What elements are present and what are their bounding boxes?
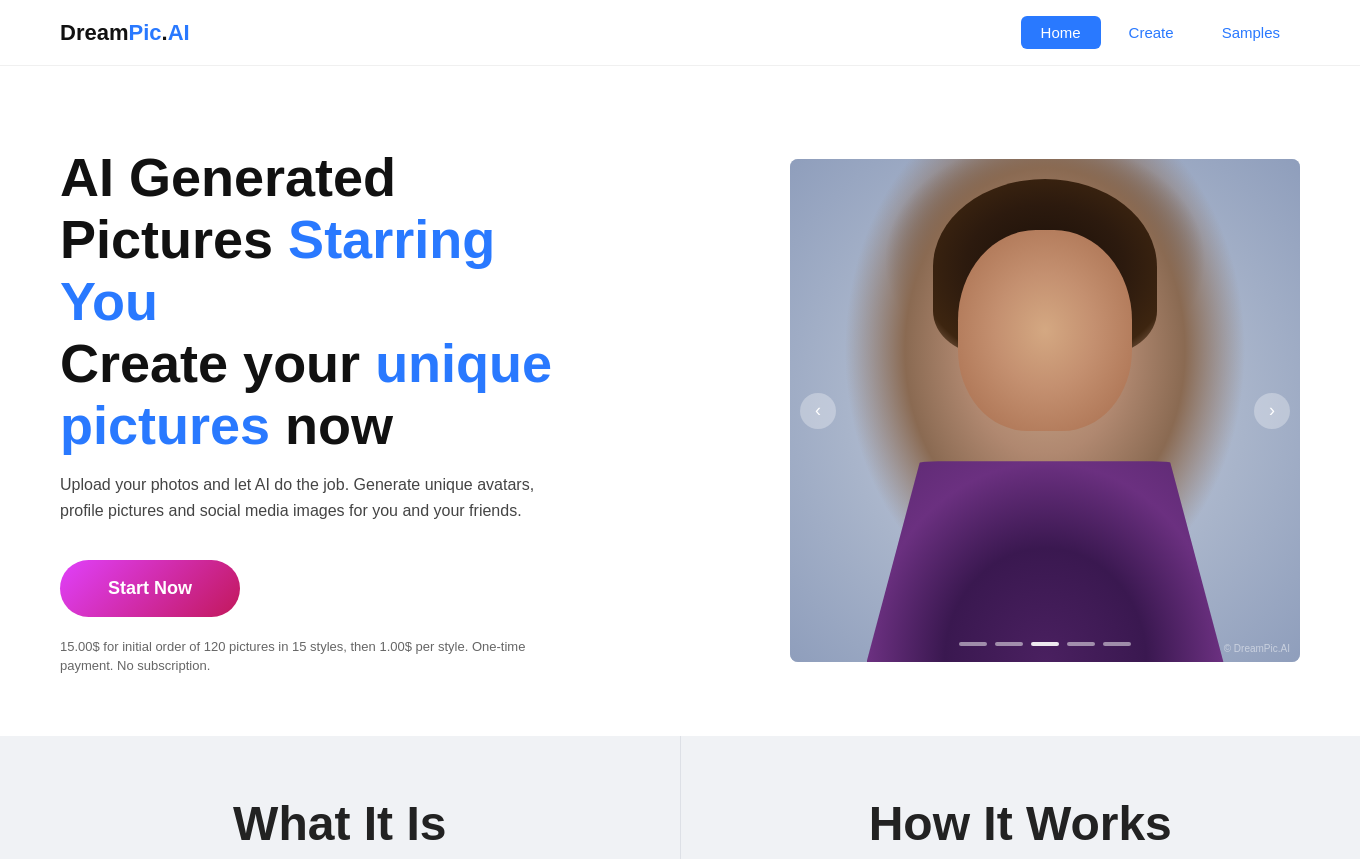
hero-section: AI Generated Pictures Starring You Creat…: [0, 66, 1360, 736]
bottom-section: What It Is How It Works: [0, 736, 1360, 859]
carousel-next-button[interactable]: ›: [1254, 393, 1290, 429]
hero-subtitle: Upload your photos and let AI do the job…: [60, 472, 560, 523]
logo: DreamPic.AI: [60, 20, 190, 46]
hero-title-pictures: pictures: [60, 395, 270, 455]
nav-samples-button[interactable]: Samples: [1202, 16, 1300, 49]
hero-title-line2-plain: Pictures: [60, 209, 288, 269]
hero-title-create: Create your: [60, 333, 375, 393]
hero-left: AI Generated Pictures Starring You Creat…: [60, 146, 660, 676]
what-it-is-col: What It Is: [0, 736, 681, 859]
logo-pic: Pic: [128, 20, 161, 45]
logo-dream: Dream: [60, 20, 128, 45]
dress: [867, 461, 1224, 662]
hero-title-now: now: [270, 395, 393, 455]
pricing-note: 15.00$ for initial order of 120 pictures…: [60, 637, 540, 676]
dot-5[interactable]: [1103, 642, 1131, 646]
carousel: © DreamPic.AI ‹ ›: [790, 159, 1300, 662]
hero-title-you: You: [60, 271, 158, 331]
nav-home-button[interactable]: Home: [1021, 16, 1101, 49]
start-now-button[interactable]: Start Now: [60, 560, 240, 617]
hero-title-starring: Starring: [288, 209, 495, 269]
dot-2[interactable]: [995, 642, 1023, 646]
watermark: © DreamPic.AI: [1224, 643, 1290, 654]
nav-links: Home Create Samples: [1021, 16, 1300, 49]
carousel-dots: [959, 642, 1131, 646]
how-it-works-heading: How It Works: [869, 796, 1172, 851]
carousel-prev-button[interactable]: ‹: [800, 393, 836, 429]
hero-title-line1: AI Generated: [60, 147, 396, 207]
hero-title: AI Generated Pictures Starring You Creat…: [60, 146, 660, 456]
navbar: DreamPic.AI Home Create Samples: [0, 0, 1360, 66]
hero-right: © DreamPic.AI ‹ ›: [790, 159, 1300, 662]
hero-title-unique: unique: [375, 333, 552, 393]
portrait-image: © DreamPic.AI: [790, 159, 1300, 662]
nav-create-button[interactable]: Create: [1109, 16, 1194, 49]
logo-ai: AI: [168, 20, 190, 45]
dot-3[interactable]: [1031, 642, 1059, 646]
what-it-is-heading: What It Is: [233, 796, 446, 851]
how-it-works-col: How It Works: [681, 736, 1361, 859]
dot-1[interactable]: [959, 642, 987, 646]
dot-4[interactable]: [1067, 642, 1095, 646]
